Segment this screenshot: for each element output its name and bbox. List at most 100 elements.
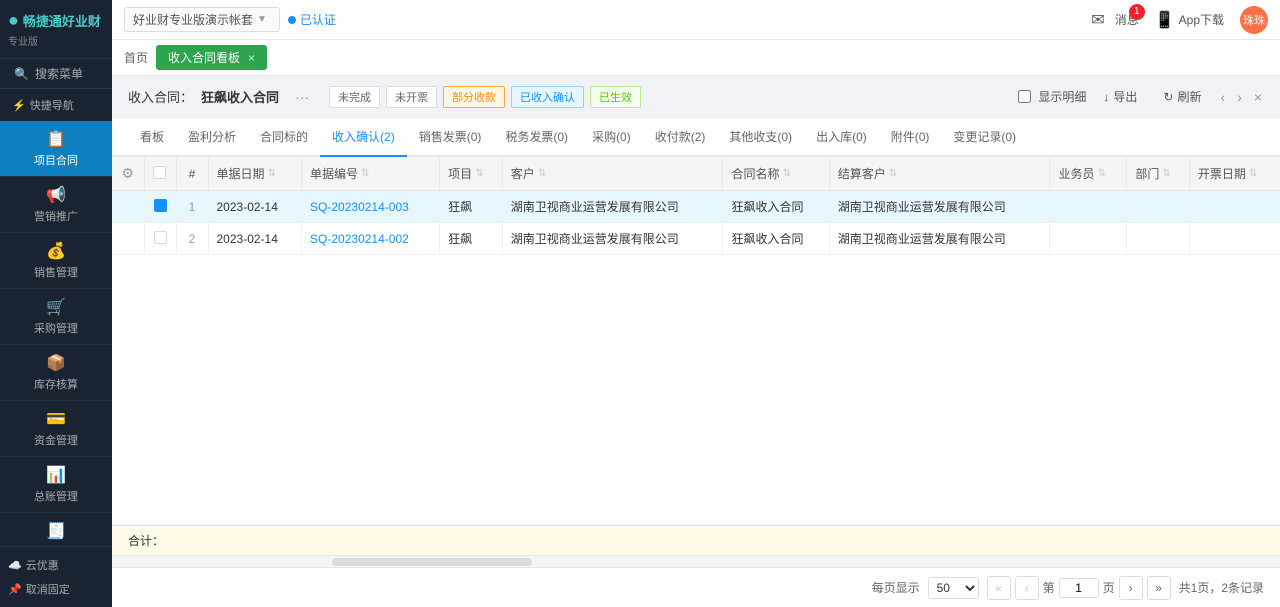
page-label: 第 [1043, 579, 1055, 596]
page-title-area: 收入合同： 狂飙收入合同 ··· 未完成 未开票 部分收款 已收入确认 已生效 [128, 86, 641, 108]
page-more-button[interactable]: ··· [295, 89, 309, 105]
company-selector[interactable]: 好业财专业版演示帐套 ▼ [124, 7, 280, 32]
page-header-right: 显示明细 ↓ 导出 ↻ 刷新 ‹ › × [1018, 84, 1264, 109]
status-confirmed[interactable]: 已收入确认 [511, 86, 584, 108]
close-tab-icon[interactable]: × [248, 51, 255, 65]
row-checkbox[interactable] [154, 231, 167, 244]
export-button[interactable]: ↓ 导出 [1094, 84, 1146, 109]
breadcrumb-home[interactable]: 首页 [124, 49, 148, 66]
app-download-icon: 📱 [1155, 10, 1175, 30]
tab-purchase[interactable]: 采购(0) [580, 118, 643, 157]
row-checkbox[interactable] [154, 199, 167, 212]
tab-overview[interactable]: 看板 [128, 118, 176, 157]
cell-no: 2 [176, 223, 208, 255]
message-badge: 1 [1129, 4, 1145, 20]
sort-contract-icon[interactable]: ⇅ [783, 168, 791, 179]
window-controls: ‹ › × [1218, 89, 1264, 105]
select-all-checkbox[interactable] [153, 166, 166, 179]
tab-sales-invoice[interactable]: 销售发票(0) [407, 118, 494, 157]
col-project[interactable]: 项目 ⇅ [440, 157, 503, 191]
sort-dept-icon[interactable]: ⇅ [1162, 168, 1170, 179]
nav-close-button[interactable]: × [1254, 89, 1262, 105]
page-size-select[interactable]: 20 50 100 [928, 577, 979, 599]
sidebar-item-fund[interactable]: 💳 资金管理 [0, 401, 112, 457]
col-invoice-date[interactable]: 开票日期 ⇅ [1189, 157, 1280, 191]
sidebar-item-sales[interactable]: 💰 销售管理 [0, 233, 112, 289]
sidebar-logo: ● 畅捷通好业财 专业版 [0, 0, 112, 59]
status-active[interactable]: 已生效 [590, 86, 641, 108]
refresh-button[interactable]: ↻ 刷新 [1154, 84, 1210, 109]
sort-billno-icon[interactable]: ⇅ [361, 168, 369, 179]
message-button[interactable]: ✉ 1 消息 [1091, 10, 1138, 30]
tab-tax-invoice[interactable]: 税务发票(0) [493, 118, 580, 157]
tabs-bar: 看板 盈利分析 合同标的 收入确认(2) 销售发票(0) 税务发票(0) 采购(… [112, 118, 1280, 157]
status-incomplete[interactable]: 未完成 [329, 86, 380, 108]
user-menu[interactable]: 珠珠 [1240, 6, 1268, 34]
settings-icon[interactable]: ⚙ [121, 165, 134, 181]
page-next-button[interactable]: › [1119, 576, 1143, 600]
page-first-button[interactable]: « [987, 576, 1011, 600]
sidebar-quick-nav[interactable]: ⚡ 快捷导航 [0, 89, 112, 121]
tab-changes[interactable]: 变更记录(0) [941, 118, 1028, 157]
sidebar-unpin[interactable]: 📌 取消固定 [8, 577, 104, 601]
col-end-customer[interactable]: 结算客户 ⇅ [829, 157, 1050, 191]
sidebar-cloud-discount[interactable]: ☁️ 云优惠 [8, 553, 104, 577]
col-contract[interactable]: 合同名称 ⇅ [723, 157, 829, 191]
cell-salesman [1050, 223, 1127, 255]
cell-checkbox[interactable] [144, 191, 176, 223]
cell-billno[interactable]: SQ-20230214-003 [302, 191, 440, 223]
tab-warehouse[interactable]: 出入库(0) [804, 118, 879, 157]
status-uninvoiced[interactable]: 未开票 [386, 86, 437, 108]
billno-link[interactable]: SQ-20230214-002 [310, 232, 409, 246]
status-badges: 未完成 未开票 部分收款 已收入确认 已生效 [329, 86, 641, 108]
sort-date-icon[interactable]: ⇅ [268, 168, 276, 179]
tab-confirm[interactable]: 收入确认(2) [320, 118, 407, 157]
col-billno[interactable]: 单据编号 ⇅ [302, 157, 440, 191]
scrollbar-area[interactable] [112, 555, 1280, 567]
tab-payment[interactable]: 收付款(2) [643, 118, 718, 157]
nav-next-button[interactable]: › [1237, 89, 1242, 105]
page-size-label: 每页显示 [872, 579, 920, 596]
sidebar-item-purchase[interactable]: 🛒 采购管理 [0, 289, 112, 345]
col-customer[interactable]: 客户 ⇅ [502, 157, 723, 191]
avatar: 珠珠 [1240, 6, 1268, 34]
show-detail-check[interactable] [1018, 90, 1031, 103]
tab-attachment[interactable]: 附件(0) [879, 118, 942, 157]
page-suffix: 页 [1103, 579, 1115, 596]
cell-checkbox[interactable] [144, 223, 176, 255]
cell-billno[interactable]: SQ-20230214-002 [302, 223, 440, 255]
status-partial[interactable]: 部分收款 [443, 86, 505, 108]
billno-link[interactable]: SQ-20230214-003 [310, 200, 409, 214]
sidebar-item-inventory[interactable]: 📦 库存核算 [0, 345, 112, 401]
sidebar-item-invoice[interactable]: 🧾 发票管理 [0, 513, 112, 546]
sort-invoice-date-icon[interactable]: ⇅ [1249, 168, 1257, 179]
tab-other[interactable]: 其他收支(0) [717, 118, 804, 157]
sidebar: ● 畅捷通好业财 专业版 🔍 搜索菜单 ⚡ 快捷导航 📋 项目合同 📢 营销推广… [0, 0, 112, 607]
sidebar-item-marketing[interactable]: 📢 营销推广 [0, 177, 112, 233]
scrollbar-thumb[interactable] [332, 558, 532, 566]
page-nav: « ‹ 第 页 › » [987, 576, 1171, 600]
app-download-button[interactable]: 📱 App下载 [1155, 10, 1224, 30]
message-icon: ✉ [1091, 10, 1104, 30]
sort-salesman-icon[interactable]: ⇅ [1098, 168, 1106, 179]
sidebar-item-project[interactable]: 📋 项目合同 [0, 121, 112, 177]
sidebar-item-general[interactable]: 📊 总账管理 [0, 457, 112, 513]
col-checkbox [144, 157, 176, 191]
tab-profit[interactable]: 盈利分析 [176, 118, 248, 157]
col-salesman[interactable]: 业务员 ⇅ [1050, 157, 1127, 191]
refresh-icon: ↻ [1163, 90, 1173, 104]
table-footer: 合计： [112, 525, 1280, 555]
page-prev-button[interactable]: ‹ [1015, 576, 1039, 600]
col-date[interactable]: 单据日期 ⇅ [208, 157, 302, 191]
page-last-button[interactable]: » [1147, 576, 1171, 600]
nav-prev-button[interactable]: ‹ [1220, 89, 1225, 105]
sort-end-customer-icon[interactable]: ⇅ [889, 168, 897, 179]
col-dept[interactable]: 部门 ⇅ [1127, 157, 1190, 191]
tab-contract[interactable]: 合同标的 [248, 118, 320, 157]
sort-customer-icon[interactable]: ⇅ [538, 168, 546, 179]
sort-project-icon[interactable]: ⇅ [475, 168, 483, 179]
active-tab-button[interactable]: 收入合同看板 × [156, 45, 267, 70]
show-detail-checkbox[interactable]: 显示明细 [1018, 88, 1086, 105]
page-input[interactable] [1059, 578, 1099, 598]
sidebar-search[interactable]: 🔍 搜索菜单 [0, 59, 112, 89]
